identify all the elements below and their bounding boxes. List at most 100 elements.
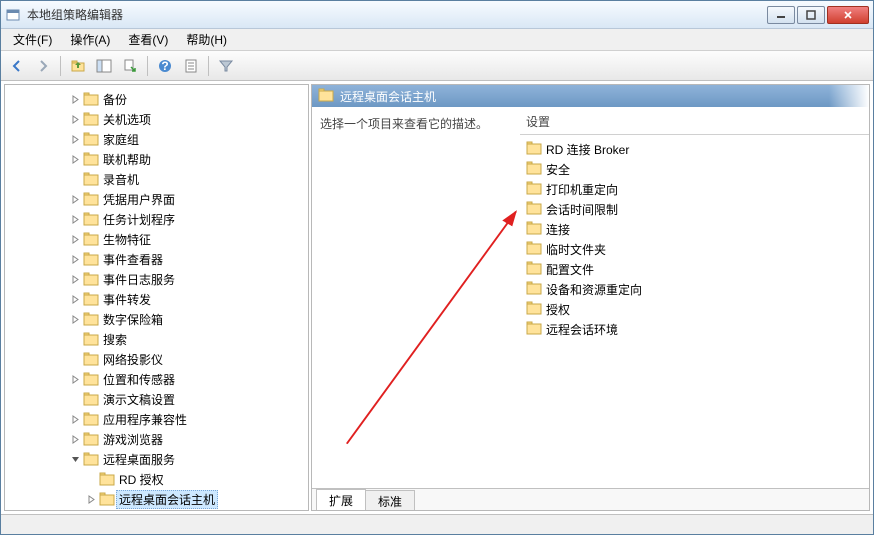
tree-item[interactable]: 事件日志服务 <box>5 269 308 289</box>
expand-icon[interactable] <box>69 413 81 425</box>
tree-item[interactable]: RD 授权 <box>5 469 308 489</box>
tree-item[interactable]: 事件转发 <box>5 289 308 309</box>
help-button[interactable]: ? <box>153 54 177 78</box>
tree-item[interactable]: 生物特征 <box>5 229 308 249</box>
tree-item[interactable]: 搜索 <box>5 329 308 349</box>
tree-item[interactable]: 录音机 <box>5 169 308 189</box>
content-pane: 远程桌面会话主机 选择一个项目来查看它的描述。 设置 RD 连接 Broker安… <box>311 84 870 511</box>
setting-item[interactable]: 临时文件夹 <box>520 239 869 259</box>
expand-icon[interactable] <box>69 313 81 325</box>
tree-item-label: 网络投影仪 <box>103 351 163 368</box>
expand-icon[interactable] <box>69 213 81 225</box>
menubar: 文件(F) 操作(A) 查看(V) 帮助(H) <box>1 29 873 51</box>
expand-icon[interactable] <box>69 153 81 165</box>
expand-icon[interactable] <box>69 193 81 205</box>
folder-icon <box>83 112 99 126</box>
setting-item[interactable]: RD 连接 Broker <box>520 139 869 159</box>
folder-icon <box>83 172 99 186</box>
minimize-button[interactable] <box>767 6 795 24</box>
tree-item[interactable]: 凭据用户界面 <box>5 189 308 209</box>
folder-icon <box>318 88 334 105</box>
up-button[interactable] <box>66 54 90 78</box>
tree-item[interactable]: 应用程序兼容性 <box>5 409 308 429</box>
maximize-button[interactable] <box>797 6 825 24</box>
setting-item[interactable]: 连接 <box>520 219 869 239</box>
tree-item[interactable]: 演示文稿设置 <box>5 389 308 409</box>
expand-icon[interactable] <box>69 293 81 305</box>
show-hide-tree-button[interactable] <box>92 54 116 78</box>
tree-item[interactable]: 网络投影仪 <box>5 349 308 369</box>
divider <box>520 134 869 135</box>
menu-action[interactable]: 操作(A) <box>62 29 118 50</box>
folder-icon <box>83 252 99 266</box>
tree-item-label: 备份 <box>103 91 127 108</box>
expand-icon[interactable] <box>69 133 81 145</box>
tree-item-label: 搜索 <box>103 331 127 348</box>
setting-item[interactable]: 打印机重定向 <box>520 179 869 199</box>
folder-icon <box>526 321 542 338</box>
setting-item[interactable]: 授权 <box>520 299 869 319</box>
tree-item-label: 事件转发 <box>103 291 151 308</box>
toolbar-separator <box>60 56 61 76</box>
folder-icon <box>526 281 542 298</box>
tree-item[interactable]: 位置和传感器 <box>5 369 308 389</box>
tree-item[interactable]: 远程桌面会话主机 <box>5 489 308 509</box>
filter-button[interactable] <box>214 54 238 78</box>
expand-icon[interactable] <box>85 493 97 505</box>
tree-item[interactable]: 事件查看器 <box>5 249 308 269</box>
toolbar: ? <box>1 51 873 81</box>
folder-icon <box>83 372 99 386</box>
tree-item-label: 位置和传感器 <box>103 371 175 388</box>
collapse-icon[interactable] <box>69 453 81 465</box>
tab-extended[interactable]: 扩展 <box>316 489 366 511</box>
close-button[interactable] <box>827 6 869 24</box>
menu-help[interactable]: 帮助(H) <box>178 29 235 50</box>
folder-icon <box>83 392 99 406</box>
tree-item-label: 任务计划程序 <box>103 211 175 228</box>
content-header: 远程桌面会话主机 <box>312 85 869 107</box>
setting-label: 授权 <box>546 301 570 318</box>
setting-label: 打印机重定向 <box>546 181 618 198</box>
expand-icon[interactable] <box>69 233 81 245</box>
tree-item[interactable]: 联机帮助 <box>5 149 308 169</box>
folder-icon <box>83 232 99 246</box>
folder-icon <box>83 272 99 286</box>
settings-header[interactable]: 设置 <box>520 111 869 132</box>
folder-icon <box>83 132 99 146</box>
setting-item[interactable]: 安全 <box>520 159 869 179</box>
folder-icon <box>83 292 99 306</box>
status-bar <box>1 514 873 534</box>
tab-standard[interactable]: 标准 <box>365 490 415 511</box>
back-button[interactable] <box>5 54 29 78</box>
tree-item[interactable]: 备份 <box>5 89 308 109</box>
tree-item[interactable]: 远程桌面服务 <box>5 449 308 469</box>
expand-icon[interactable] <box>69 373 81 385</box>
setting-item[interactable]: 配置文件 <box>520 259 869 279</box>
properties-button[interactable] <box>179 54 203 78</box>
expand-icon[interactable] <box>69 433 81 445</box>
tree-item[interactable]: 数字保险箱 <box>5 309 308 329</box>
tree-item[interactable]: 家庭组 <box>5 129 308 149</box>
expand-icon[interactable] <box>69 113 81 125</box>
folder-icon <box>83 332 99 346</box>
expand-icon[interactable] <box>69 273 81 285</box>
export-list-button[interactable] <box>118 54 142 78</box>
menu-file[interactable]: 文件(F) <box>5 29 60 50</box>
setting-item[interactable]: 会话时间限制 <box>520 199 869 219</box>
tree-item[interactable]: 关机选项 <box>5 109 308 129</box>
expand-icon[interactable] <box>69 93 81 105</box>
window: 本地组策略编辑器 文件(F) 操作(A) 查看(V) 帮助(H) ? 备份关机选… <box>0 0 874 535</box>
menu-view[interactable]: 查看(V) <box>120 29 176 50</box>
folder-icon <box>83 212 99 226</box>
forward-button[interactable] <box>31 54 55 78</box>
expand-icon[interactable] <box>69 253 81 265</box>
tree-item[interactable]: 任务计划程序 <box>5 209 308 229</box>
tree-item[interactable]: 游戏浏览器 <box>5 429 308 449</box>
tree-item-label: 游戏浏览器 <box>103 431 163 448</box>
setting-item[interactable]: 远程会话环境 <box>520 319 869 339</box>
folder-icon <box>83 412 99 426</box>
setting-item[interactable]: 设备和资源重定向 <box>520 279 869 299</box>
tree-item-label: 数字保险箱 <box>103 311 163 328</box>
description-column: 选择一个项目来查看它的描述。 <box>312 107 520 488</box>
tree-pane[interactable]: 备份关机选项家庭组联机帮助录音机凭据用户界面任务计划程序生物特征事件查看器事件日… <box>4 84 309 511</box>
